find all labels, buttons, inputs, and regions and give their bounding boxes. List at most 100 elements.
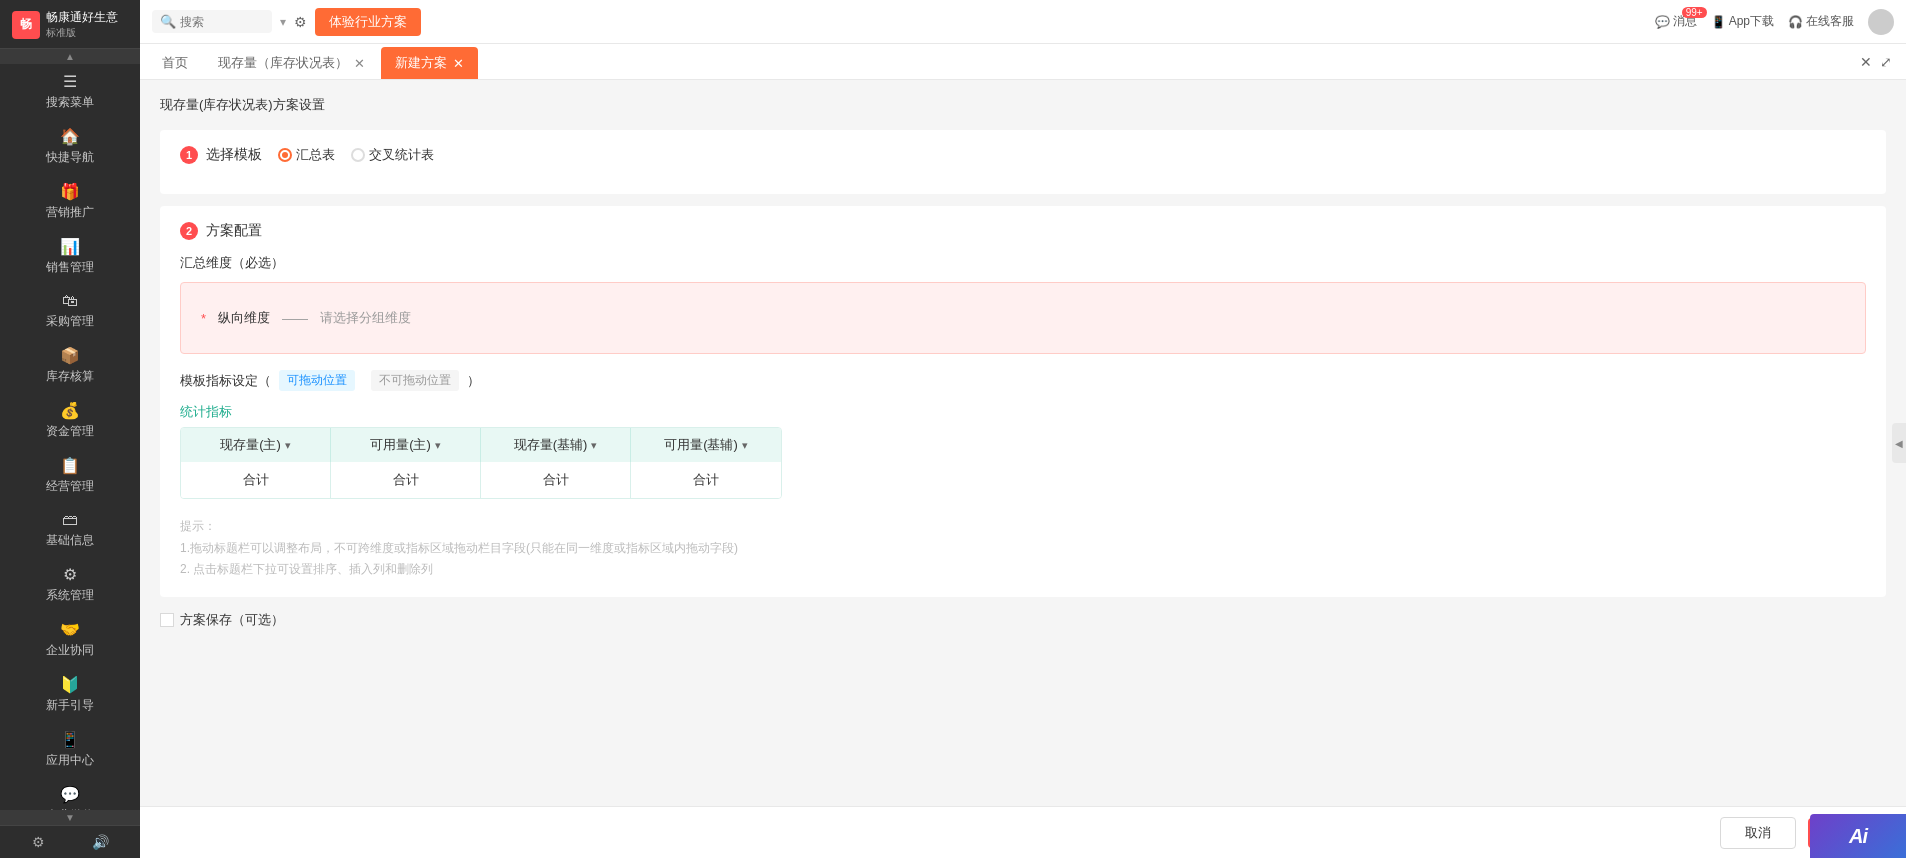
col-header-3[interactable]: 可用量(基辅) ▾ — [631, 428, 781, 462]
tab-inventory-label: 现存量（库存状况表） — [218, 54, 348, 72]
sidebar: 畅 畅康通好生意 标准版 ▲ ☰ 搜索菜单 🏠 快捷导航 🎁 营销推广 📊 销售… — [0, 0, 140, 858]
save-checkbox[interactable] — [160, 613, 174, 627]
base-icon: 🗃 — [62, 511, 78, 529]
sidebar-label-guide: 新手引导 — [46, 697, 94, 714]
settings-icon[interactable]: ⚙ — [294, 14, 307, 30]
expand-panel-icon[interactable]: ⤢ — [1880, 54, 1892, 70]
sidebar-item-operation[interactable]: 📋 经营管理 — [0, 448, 140, 503]
sidebar-item-system[interactable]: ⚙ 系统管理 — [0, 557, 140, 612]
search-input[interactable] — [180, 15, 260, 29]
sidebar-item-wechat[interactable]: 💬 企业微信 — [0, 777, 140, 810]
sidebar-item-base[interactable]: 🗃 基础信息 — [0, 503, 140, 557]
tab-home-label: 首页 — [162, 54, 188, 72]
ai-float-button[interactable]: Ai — [1810, 814, 1906, 858]
sidebar-item-purchase[interactable]: 🛍 采购管理 — [0, 284, 140, 338]
sidebar-scroll-up[interactable]: ▲ — [0, 49, 140, 64]
col-cell-1: 合计 — [331, 462, 481, 498]
dim-placeholder: 请选择分组维度 — [320, 309, 411, 327]
sales-icon: 📊 — [60, 237, 80, 256]
tab-home[interactable]: 首页 — [148, 47, 202, 79]
sidebar-item-search[interactable]: ☰ 搜索菜单 — [0, 64, 140, 119]
tab-new-plan-close-icon[interactable]: ✕ — [453, 56, 464, 71]
sidebar-label-base: 基础信息 — [46, 532, 94, 549]
step2-badge: 2 — [180, 222, 198, 240]
non-draggable-badge: 不可拖动位置 — [371, 370, 459, 391]
dropdown-arrow-icon[interactable]: ▾ — [280, 15, 286, 29]
close-panel-icon[interactable]: ✕ — [1860, 54, 1872, 70]
tabbar-container: 首页 现存量（库存状况表） ✕ 新建方案 ✕ ✕ ⤢ — [140, 44, 1906, 80]
app-name: 畅康通好生意 — [46, 10, 118, 26]
user-avatar[interactable] — [1868, 9, 1894, 35]
sidebar-item-marketing[interactable]: 🎁 营销推广 — [0, 174, 140, 229]
dim-dash: —— — [282, 311, 308, 326]
tab-new-plan[interactable]: 新建方案 ✕ — [381, 47, 478, 79]
radio-summary-label: 汇总表 — [296, 146, 335, 164]
sidebar-item-inventory[interactable]: 📦 库存核算 — [0, 338, 140, 393]
sidebar-item-cooperation[interactable]: 🤝 企业协同 — [0, 612, 140, 667]
col-cell-2: 合计 — [481, 462, 631, 498]
logo-icon: 畅 — [12, 11, 40, 39]
cancel-button[interactable]: 取消 — [1720, 817, 1796, 849]
sidebar-bottom: ⚙ 🔊 — [0, 825, 140, 858]
col-header-label-3: 可用量(基辅) — [664, 436, 738, 454]
app-download-button[interactable]: 📱 App下载 — [1711, 13, 1774, 30]
dim-row: * 纵向维度 —— 请选择分组维度 — [201, 309, 411, 327]
sidebar-scroll-down[interactable]: ▼ — [0, 810, 140, 825]
col-header-0[interactable]: 现存量(主) ▾ — [181, 428, 331, 462]
content-actions: ✕ ⤢ — [1860, 44, 1892, 80]
step2-header: 2 方案配置 — [180, 222, 1866, 240]
trial-button[interactable]: 体验行业方案 — [315, 8, 421, 36]
sidebar-item-shortcut[interactable]: 🏠 快捷导航 — [0, 119, 140, 174]
tip2: 2. 点击标题栏下拉可设置排序、插入列和删除列 — [180, 559, 1866, 581]
service-button[interactable]: 🎧 在线客服 — [1788, 13, 1854, 30]
tab-inventory-close-icon[interactable]: ✕ — [354, 56, 365, 71]
tip1: 1.拖动标题栏可以调整布局，不可跨维度或指标区域拖动栏目字段(只能在同一维度或指… — [180, 538, 1866, 560]
apps-icon: 📱 — [60, 730, 80, 749]
operation-icon: 📋 — [60, 456, 80, 475]
sidebar-item-apps[interactable]: 📱 应用中心 — [0, 722, 140, 777]
search-box[interactable]: 🔍 — [152, 10, 272, 33]
dimension-area[interactable]: * 纵向维度 —— 请选择分组维度 — [180, 282, 1866, 354]
purchase-icon: 🛍 — [62, 292, 78, 310]
sidebar-item-guide[interactable]: 🔰 新手引导 — [0, 667, 140, 722]
step2-title: 方案配置 — [206, 222, 262, 240]
sidebar-item-finance[interactable]: 💰 资金管理 — [0, 393, 140, 448]
settings-icon[interactable]: ⚙ — [32, 834, 45, 850]
sidebar-label-sales: 销售管理 — [46, 259, 94, 276]
help-icon[interactable]: 🔊 — [92, 834, 109, 850]
message-button[interactable]: 💬 消息 99+ — [1655, 13, 1697, 30]
message-icon: 💬 — [1655, 15, 1670, 29]
chevron-down-icon-3: ▾ — [742, 439, 748, 452]
search-menu-icon: ☰ — [63, 72, 77, 91]
sidebar-label-cooperation: 企业协同 — [46, 642, 94, 659]
sidebar-label-operation: 经营管理 — [46, 478, 94, 495]
service-icon: 🎧 — [1788, 15, 1803, 29]
sidebar-label-apps: 应用中心 — [46, 752, 94, 769]
step1-title: 选择模板 — [206, 146, 262, 164]
main-area: 🔍 ▾ ⚙ 体验行业方案 💬 消息 99+ 📱 App下载 🎧 在线客服 — [140, 0, 1906, 858]
col-cell-0: 合计 — [181, 462, 331, 498]
tips-area: 提示： 1.拖动标题栏可以调整布局，不可跨维度或指标区域拖动栏目字段(只能在同一… — [180, 516, 1866, 581]
footer: 取消 查询 — [140, 806, 1906, 858]
save-option-label: 方案保存（可选） — [180, 611, 284, 629]
sidebar-label-inventory: 库存核算 — [46, 368, 94, 385]
chevron-down-icon-0: ▾ — [285, 439, 291, 452]
tabbar: 首页 现存量（库存状况表） ✕ 新建方案 ✕ — [140, 44, 1906, 80]
sidebar-logo: 畅 畅康通好生意 标准版 — [0, 0, 140, 49]
col-header-label-1: 可用量(主) — [370, 436, 431, 454]
sidebar-label-finance: 资金管理 — [46, 423, 94, 440]
sidebar-nav: ☰ 搜索菜单 🏠 快捷导航 🎁 营销推广 📊 销售管理 🛍 采购管理 📦 库存核… — [0, 64, 140, 810]
sidebar-label-purchase: 采购管理 — [46, 313, 94, 330]
draggable-badge: 可拖动位置 — [279, 370, 355, 391]
tab-inventory-status[interactable]: 现存量（库存状况表） ✕ — [204, 47, 379, 79]
service-label: 在线客服 — [1806, 13, 1854, 30]
col-header-2[interactable]: 现存量(基辅) ▾ — [481, 428, 631, 462]
app-edition: 标准版 — [46, 26, 118, 40]
right-collapse-button[interactable]: ◀ — [1892, 423, 1906, 463]
sidebar-item-sales[interactable]: 📊 销售管理 — [0, 229, 140, 284]
radio-cross-label: 交叉统计表 — [369, 146, 434, 164]
col-header-1[interactable]: 可用量(主) ▾ — [331, 428, 481, 462]
radio-cross[interactable]: 交叉统计表 — [351, 146, 434, 164]
radio-summary[interactable]: 汇总表 — [278, 146, 335, 164]
dim-required-star: * — [201, 311, 206, 326]
